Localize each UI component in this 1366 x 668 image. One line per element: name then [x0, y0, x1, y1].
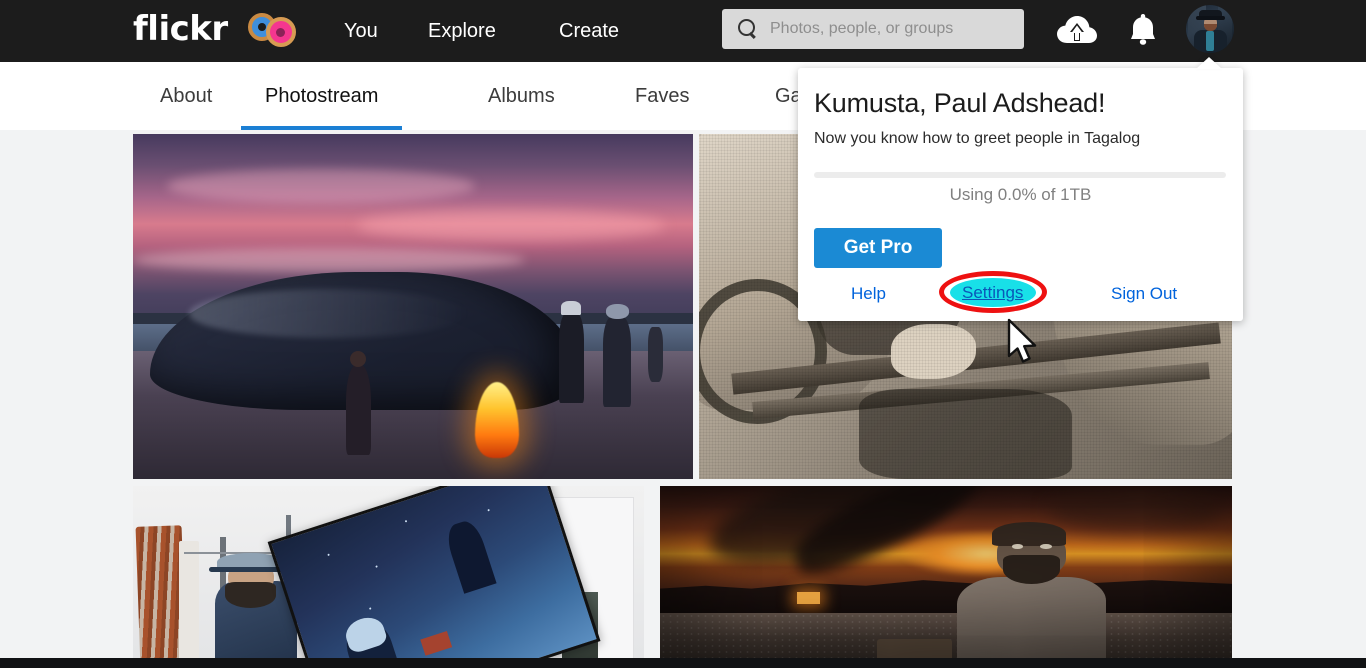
mouse-cursor [1006, 318, 1040, 364]
flickr-page: flickr You Explore Create Photos, people… [0, 0, 1366, 668]
photo-wildfire-portrait[interactable] [660, 486, 1232, 668]
storage-progress-bar [814, 172, 1226, 178]
donuts-icon [247, 11, 300, 47]
photo-beached-whale-sunset[interactable] [133, 134, 693, 479]
topnav-you[interactable]: You [344, 20, 378, 43]
tab-about[interactable]: About [160, 62, 212, 130]
topnav-create[interactable]: Create [559, 20, 619, 43]
flickr-logo[interactable]: flickr [133, 9, 300, 49]
tab-albums[interactable]: Albums [488, 62, 555, 130]
dropdown-settings-link[interactable]: Settings [962, 283, 1023, 302]
dropdown-links: Help Settings Sign Out [798, 271, 1243, 314]
topnav-explore[interactable]: Explore [428, 20, 496, 43]
search-input[interactable] [770, 20, 1010, 38]
top-bar: flickr You Explore Create [0, 0, 1366, 62]
dropdown-signout-link[interactable]: Sign Out [1111, 284, 1177, 304]
cloud-upload-icon[interactable] [1057, 16, 1097, 46]
user-avatar[interactable] [1186, 5, 1234, 53]
photo-man-holding-print[interactable] [133, 486, 644, 668]
tab-photostream[interactable]: Photostream [241, 62, 403, 130]
get-pro-button[interactable]: Get Pro [814, 228, 942, 268]
storage-usage-text: Using 0.0% of 1TB [949, 185, 1092, 204]
avatar-image [1186, 5, 1234, 53]
dropdown-help-link[interactable]: Help [851, 284, 886, 304]
search-icon [738, 19, 758, 39]
settings-link-highlight-group: Settings [939, 271, 1047, 313]
flickr-logo-text: flickr [133, 9, 228, 49]
user-menu-dropdown: Kumusta, Paul Adshead! Now you know how … [798, 57, 1243, 321]
bell-icon[interactable] [1130, 14, 1156, 46]
tab-faves[interactable]: Faves [635, 62, 689, 130]
tab-photostream-label: Photostream [265, 84, 379, 107]
page-bottom-band [0, 658, 1366, 668]
dropdown-caret-icon [1196, 57, 1222, 69]
dropdown-greeting: Kumusta, Paul Adshead! [814, 88, 1106, 118]
dropdown-subtitle: Now you know how to greet people in Taga… [814, 130, 1141, 147]
search-box[interactable] [722, 9, 1024, 49]
